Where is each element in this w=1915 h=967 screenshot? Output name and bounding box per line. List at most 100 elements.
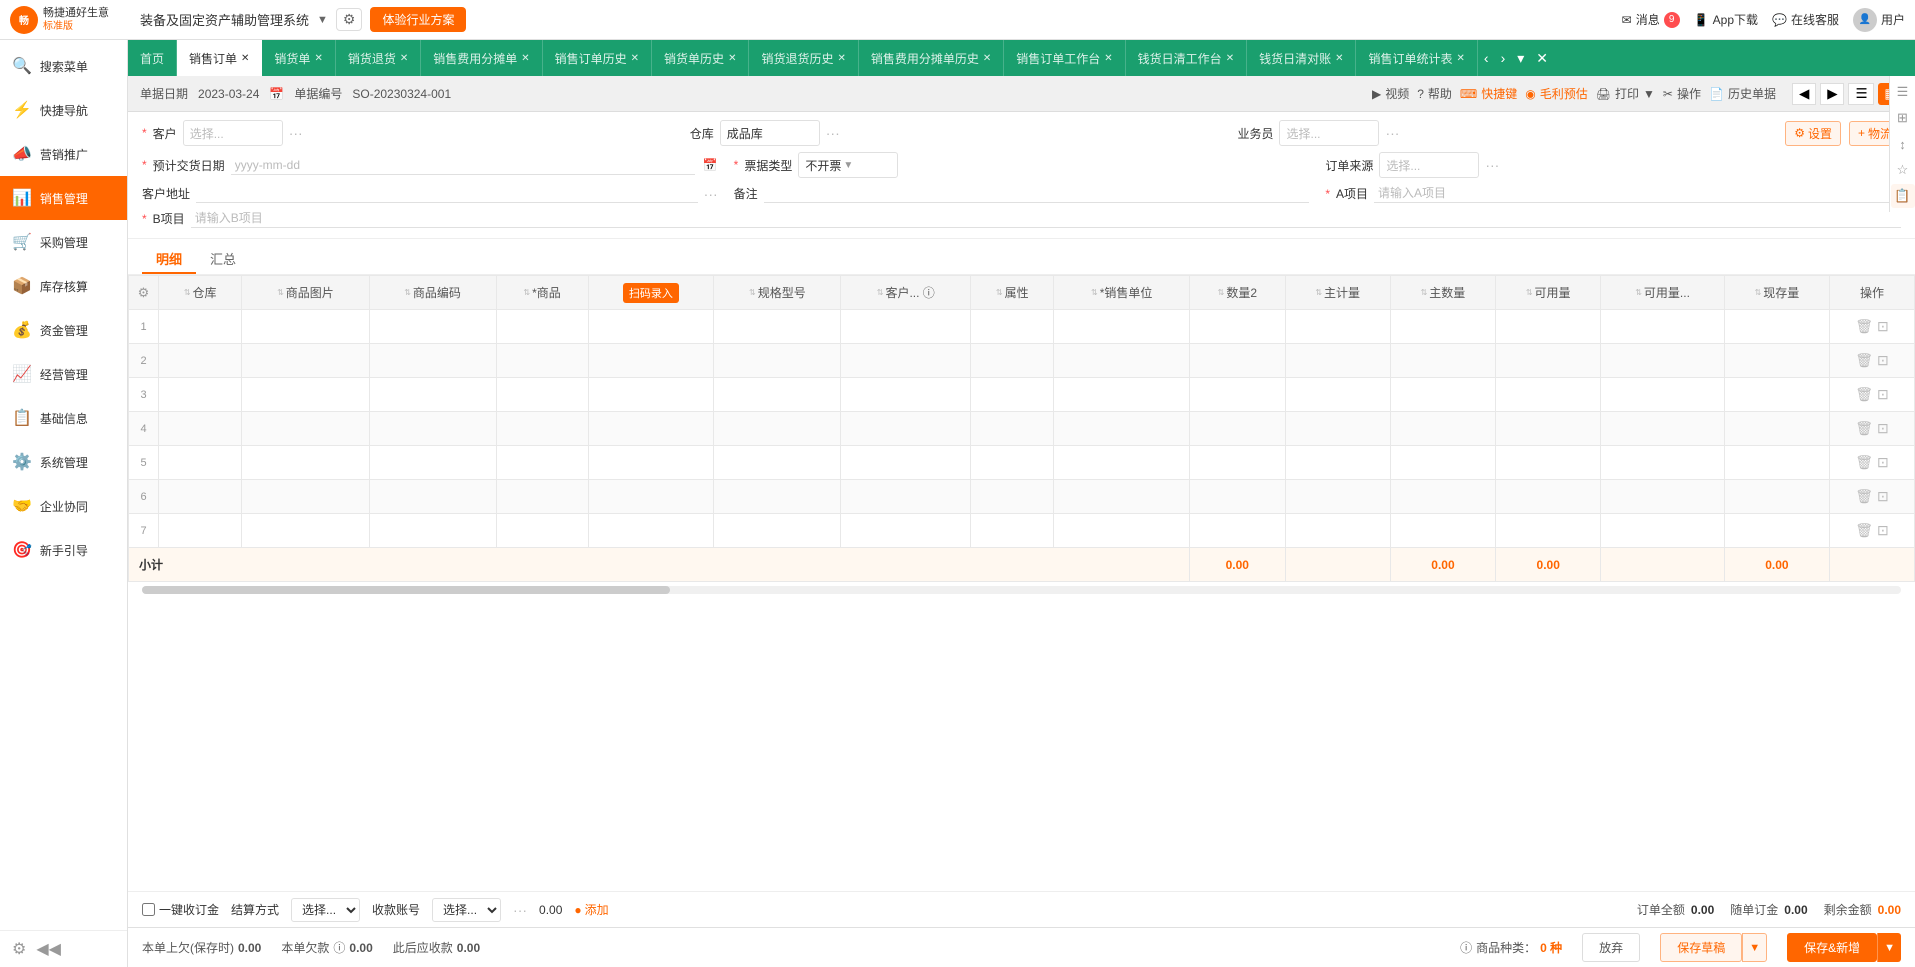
- col-current-stock[interactable]: ⇅ 现存量: [1724, 276, 1829, 310]
- sidebar-item-quick-nav[interactable]: ⚡ 快捷导航: [0, 88, 127, 132]
- row-available-3[interactable]: [1496, 378, 1601, 412]
- row-available-4[interactable]: [1496, 412, 1601, 446]
- row-spec-4[interactable]: [714, 412, 841, 446]
- row-mainunit-5[interactable]: [1285, 446, 1390, 480]
- tab-order-history[interactable]: 销售订单历史 ✕: [543, 40, 652, 76]
- sidebar-item-finance[interactable]: 💰 资金管理: [0, 308, 127, 352]
- row-available2-6[interactable]: [1601, 480, 1724, 514]
- scan-btn[interactable]: 扫码录入: [623, 283, 679, 303]
- goods-count-info-icon[interactable]: ⓘ: [1460, 939, 1472, 956]
- row-qty2-4[interactable]: [1190, 412, 1286, 446]
- tab-prev-btn[interactable]: ‹: [1478, 50, 1495, 66]
- row-mainqty-4[interactable]: [1390, 412, 1495, 446]
- row-property-7[interactable]: [971, 514, 1054, 548]
- row-unit-1[interactable]: [1054, 310, 1190, 344]
- row-product-2[interactable]: [496, 344, 588, 378]
- row-scan-4[interactable]: [588, 412, 714, 446]
- row-image-2[interactable]: [242, 344, 369, 378]
- delivery-date-input[interactable]: [231, 156, 695, 175]
- tab-detail[interactable]: 明细: [142, 245, 196, 274]
- tab-sales-bill[interactable]: 销货单 ✕: [262, 40, 335, 76]
- message-area[interactable]: ✉ 消息 9: [1622, 11, 1680, 28]
- row-available2-1[interactable]: [1601, 310, 1724, 344]
- a-project-input[interactable]: [1374, 184, 1901, 203]
- next-record-btn[interactable]: ▶: [1820, 83, 1844, 105]
- row-warehouse-4[interactable]: [159, 412, 242, 446]
- payment-method-select[interactable]: 选择...: [291, 898, 360, 922]
- gear-button[interactable]: ⚙: [336, 8, 363, 31]
- order-source-input[interactable]: 选择...: [1379, 152, 1479, 178]
- row-code-2[interactable]: [369, 344, 496, 378]
- print-btn[interactable]: 🖨 打印 ▼: [1596, 85, 1655, 102]
- row-available2-3[interactable]: [1601, 378, 1724, 412]
- settings-col-icon[interactable]: ⚙: [138, 285, 150, 300]
- row-available-6[interactable]: [1496, 480, 1601, 514]
- row-product-4[interactable]: [496, 412, 588, 446]
- tab-close-icon[interactable]: ✕: [631, 53, 639, 64]
- row-image-7[interactable]: [242, 514, 369, 548]
- row-stock-3[interactable]: [1724, 378, 1829, 412]
- right-float-btn-3[interactable]: ↕: [1891, 132, 1915, 156]
- col-spec[interactable]: ⇅ 规格型号: [714, 276, 841, 310]
- right-float-btn-2[interactable]: ⊞: [1891, 106, 1915, 130]
- row-warehouse-7[interactable]: [159, 514, 242, 548]
- row-available2-4[interactable]: [1601, 412, 1724, 446]
- row-qty2-5[interactable]: [1190, 446, 1286, 480]
- scrollbar-thumb[interactable]: [142, 586, 670, 594]
- row-code-5[interactable]: [369, 446, 496, 480]
- scrollbar-track[interactable]: [142, 586, 1901, 594]
- system-dropdown-arrow[interactable]: ▼: [317, 14, 328, 26]
- row-spec-1[interactable]: [714, 310, 841, 344]
- sidebar-expand-btn[interactable]: ⚙: [12, 939, 26, 959]
- calendar-icon[interactable]: 📅: [269, 87, 284, 101]
- row-image-6[interactable]: [242, 480, 369, 514]
- row-mainunit-6[interactable]: [1285, 480, 1390, 514]
- col-available[interactable]: ⇅ 可用量: [1496, 276, 1601, 310]
- tab-close-all-btn[interactable]: ✕: [1530, 50, 1554, 67]
- account-select[interactable]: 选择...: [432, 898, 501, 922]
- row-warehouse-1[interactable]: [159, 310, 242, 344]
- user-area[interactable]: 👤 用户: [1853, 8, 1905, 32]
- row-scan-1[interactable]: [588, 310, 714, 344]
- tab-close-icon[interactable]: ✕: [241, 53, 249, 64]
- delete-icon-3[interactable]: 🗑: [1855, 386, 1873, 403]
- sidebar-item-enterprise[interactable]: 🤝 企业协同: [0, 484, 127, 528]
- table-wrapper[interactable]: ⚙ ⇅ 仓库 ⇅ 商品图片: [128, 275, 1915, 891]
- row-available-1[interactable]: [1496, 310, 1601, 344]
- row-available2-2[interactable]: [1601, 344, 1724, 378]
- sidebar-item-system[interactable]: ⚙️ 系统管理: [0, 440, 127, 484]
- row-stock-7[interactable]: [1724, 514, 1829, 548]
- row-scan-3[interactable]: [588, 378, 714, 412]
- right-float-btn-4[interactable]: ☆: [1891, 158, 1915, 182]
- copy-icon-7[interactable]: ⊡: [1877, 522, 1889, 539]
- tab-order-stats[interactable]: 销售订单统计表 ✕: [1356, 40, 1477, 76]
- ticket-type-select[interactable]: 不开票 ▼: [798, 152, 898, 178]
- row-available-7[interactable]: [1496, 514, 1601, 548]
- row-property-4[interactable]: [971, 412, 1054, 446]
- row-unit-2[interactable]: [1054, 344, 1190, 378]
- row-available-5[interactable]: [1496, 446, 1601, 480]
- row-code-4[interactable]: [369, 412, 496, 446]
- tab-sales-return[interactable]: 销货退货 ✕: [336, 40, 421, 76]
- row-custcode-1[interactable]: [841, 310, 971, 344]
- one-click-checkbox[interactable]: [142, 903, 155, 916]
- tab-close-icon[interactable]: ✕: [314, 53, 322, 64]
- row-unit-3[interactable]: [1054, 378, 1190, 412]
- sidebar-item-guide[interactable]: 🎯 新手引导: [0, 528, 127, 572]
- delete-icon-4[interactable]: 🗑: [1855, 420, 1873, 437]
- b-project-input[interactable]: [191, 209, 1901, 228]
- discard-btn[interactable]: 放弃: [1582, 933, 1640, 962]
- row-spec-3[interactable]: [714, 378, 841, 412]
- save-draft-btn[interactable]: 保存草稿: [1660, 933, 1742, 962]
- row-mainqty-3[interactable]: [1390, 378, 1495, 412]
- row-mainqty-5[interactable]: [1390, 446, 1495, 480]
- tab-close-icon[interactable]: ✕: [1226, 53, 1234, 64]
- row-custcode-3[interactable]: [841, 378, 971, 412]
- row-spec-6[interactable]: [714, 480, 841, 514]
- row-unit-4[interactable]: [1054, 412, 1190, 446]
- tab-home[interactable]: 首页: [128, 40, 177, 76]
- row-product-1[interactable]: [496, 310, 588, 344]
- row-scan-6[interactable]: [588, 480, 714, 514]
- save-new-btn[interactable]: 保存&新增: [1787, 933, 1877, 962]
- grid-view-btn[interactable]: ☰: [1848, 83, 1874, 105]
